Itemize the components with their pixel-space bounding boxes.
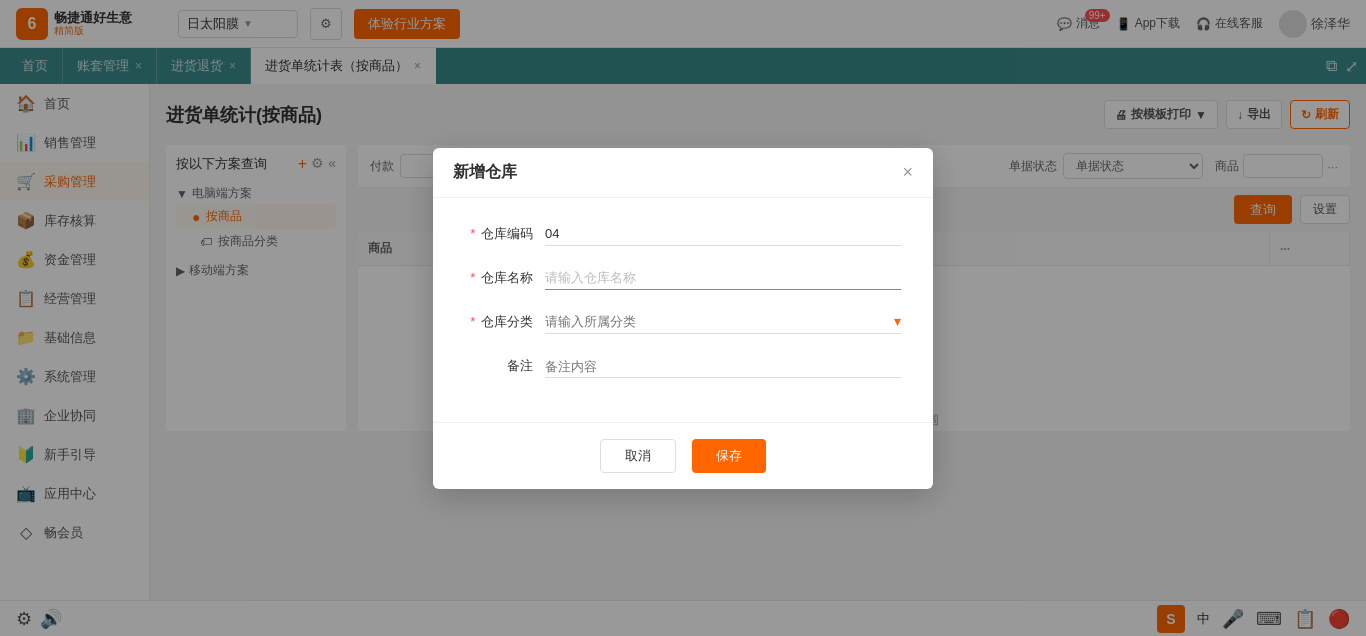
required-star-category: * [470,314,475,329]
modal-close-button[interactable]: × [902,162,913,183]
modal-body: * 仓库编码 * 仓库名称 * 仓库分类 [433,198,933,422]
modal-title: 新增仓库 [453,162,517,183]
category-select-wrap: ▾ [545,310,901,334]
required-star-name: * [470,270,475,285]
form-row-code: * 仓库编码 [465,222,901,246]
save-button[interactable]: 保存 [692,439,766,473]
form-row-name: * 仓库名称 [465,266,901,290]
modal-overlay: 新增仓库 × * 仓库编码 * 仓库名称 [0,0,1366,636]
cancel-button[interactable]: 取消 [600,439,676,473]
new-warehouse-modal: 新增仓库 × * 仓库编码 * 仓库名称 [433,148,933,489]
modal-footer: 取消 保存 [433,422,933,489]
note-label: 备注 [465,357,545,375]
note-textarea[interactable] [545,354,901,378]
code-label: * 仓库编码 [465,225,545,243]
name-input[interactable] [545,266,901,290]
name-label: * 仓库名称 [465,269,545,287]
category-input[interactable] [545,310,894,333]
category-dropdown-icon[interactable]: ▾ [894,313,901,329]
form-row-note: 备注 [465,354,901,378]
required-star-code: * [470,226,475,241]
form-row-category: * 仓库分类 ▾ [465,310,901,334]
modal-header: 新增仓库 × [433,148,933,198]
code-input[interactable] [545,222,901,246]
category-label: * 仓库分类 [465,313,545,331]
